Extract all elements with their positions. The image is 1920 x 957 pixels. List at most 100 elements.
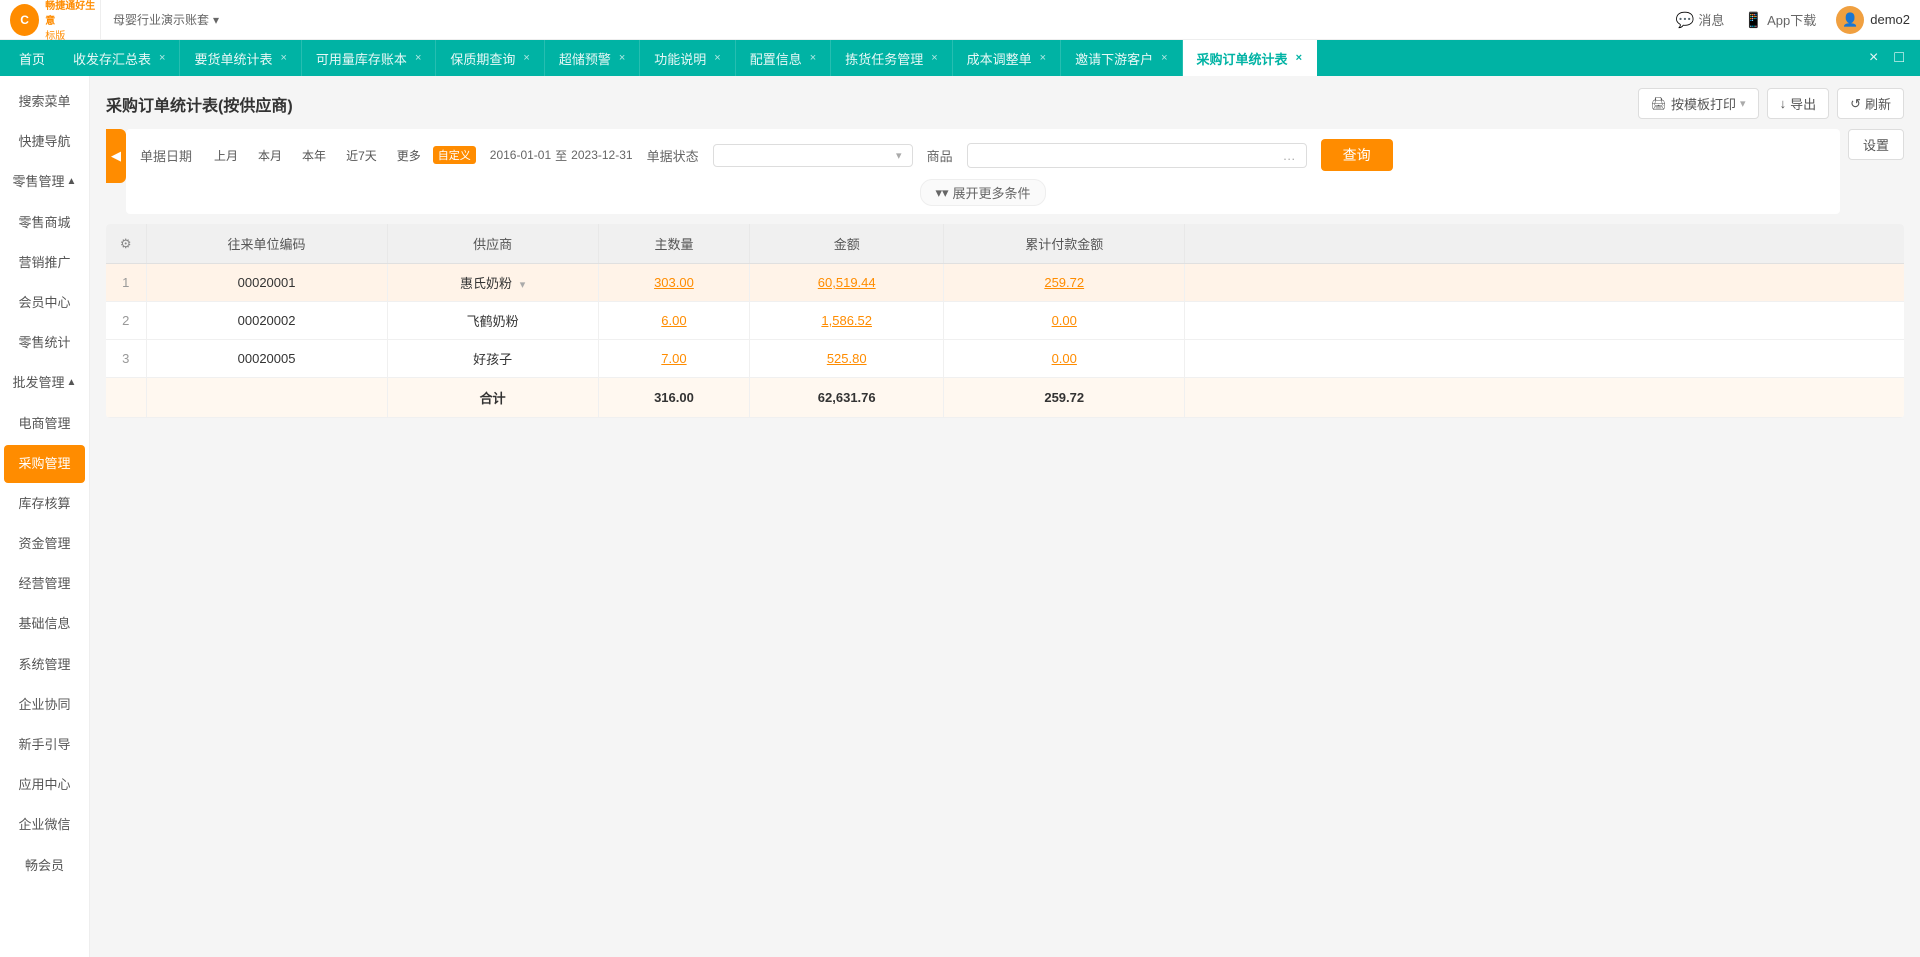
tab-close-4[interactable]: × xyxy=(619,52,625,64)
settings-button[interactable]: 设置 xyxy=(1848,129,1904,160)
table-footer-row: 合计 316.00 62,631.76 259.72 xyxy=(106,378,1904,418)
tab-0[interactable]: 收发存汇总表 × xyxy=(59,40,180,76)
sidebar-item-member2[interactable]: 畅会员 xyxy=(4,847,85,885)
shortcut-this-month[interactable]: 本月 xyxy=(250,145,290,166)
tab-7[interactable]: 拣货任务管理 × xyxy=(831,40,952,76)
tab-close-10[interactable]: × xyxy=(1296,52,1302,64)
tab-4[interactable]: 超储预警 × xyxy=(545,40,640,76)
data-table: ⚙ 往来单位编码 供应商 主数量 金额 累计付款金额 1 00020001 xyxy=(106,224,1904,418)
tab-10[interactable]: 采购订单统计表 × xyxy=(1183,40,1317,76)
status-select[interactable]: ▾ xyxy=(713,144,913,167)
paid-link-2[interactable]: 0.00 xyxy=(1052,313,1077,328)
tab-close-2[interactable]: × xyxy=(415,52,421,64)
sidebar-item-retail-mgmt[interactable]: 零售管理 ▲ xyxy=(4,163,85,201)
amount-link-3[interactable]: 525.80 xyxy=(827,351,867,366)
sidebar-item-purchase[interactable]: 采购管理 xyxy=(4,445,85,483)
page-content: 采购订单统计表(按供应商) 🖨 按模板打印 ▾ ↓ 导出 ↺ 刷新 xyxy=(90,76,1920,957)
logo-text: 畅捷通好生意 标版 xyxy=(45,0,100,42)
sidebar-item-ecommerce[interactable]: 电商管理 xyxy=(4,405,85,443)
tab-close-1[interactable]: × xyxy=(280,52,286,64)
col-qty: 主数量 xyxy=(598,224,750,264)
download-icon: 📱 xyxy=(1744,11,1763,29)
column-settings-icon[interactable]: ⚙ xyxy=(120,236,132,251)
user-info[interactable]: 👤 demo2 xyxy=(1836,6,1910,34)
right-action-col: 设置 xyxy=(1848,129,1904,214)
footer-amount: 62,631.76 xyxy=(750,378,944,418)
sidebar-item-member[interactable]: 会员中心 xyxy=(4,284,85,322)
user-name: demo2 xyxy=(1870,12,1910,27)
tab-6[interactable]: 配置信息 × xyxy=(736,40,831,76)
footer-extra xyxy=(1185,378,1904,418)
footer-empty-2 xyxy=(146,378,387,418)
paid-link-3[interactable]: 0.00 xyxy=(1052,351,1077,366)
app-download-button[interactable]: 📱 App下载 xyxy=(1744,10,1816,29)
row-num-2: 2 xyxy=(106,302,146,340)
sidebar-item-wholesale[interactable]: 批发管理 ▲ xyxy=(4,364,85,402)
sidebar-item-quicknav[interactable]: 快捷导航 xyxy=(4,123,85,161)
tab-close-3[interactable]: × xyxy=(523,52,529,64)
tab-close-9[interactable]: × xyxy=(1161,52,1167,64)
amount-link-1[interactable]: 60,519.44 xyxy=(818,275,876,290)
tab-1[interactable]: 要货单统计表 × xyxy=(180,40,301,76)
footer-paid: 259.72 xyxy=(944,378,1185,418)
row-paid-3: 0.00 xyxy=(944,340,1185,378)
sidebar-item-basic-info[interactable]: 基础信息 xyxy=(4,605,85,643)
close-all-button[interactable]: × xyxy=(1863,47,1884,69)
print-button[interactable]: 🖨 按模板打印 ▾ xyxy=(1638,88,1759,119)
tab-close-6[interactable]: × xyxy=(810,52,816,64)
sidebar-item-search[interactable]: 搜索菜单 xyxy=(4,83,85,121)
tab-5[interactable]: 功能说明 × xyxy=(640,40,735,76)
row-extra-2 xyxy=(1185,302,1904,340)
top-bar: C 畅捷通好生意 标版 母婴行业演示账套 ▾ 💬 消息 📱 App下载 👤 de… xyxy=(0,0,1920,40)
sidebar-item-retail-stats[interactable]: 零售统计 xyxy=(4,324,85,362)
goods-input[interactable]: … xyxy=(967,143,1307,168)
filter-toggle-col: ◀ xyxy=(106,129,126,214)
sidebar-item-operations[interactable]: 经营管理 xyxy=(4,565,85,603)
query-button[interactable]: 查询 xyxy=(1321,139,1393,171)
amount-link-2[interactable]: 1,586.52 xyxy=(821,313,872,328)
sidebar-item-inventory[interactable]: 库存核算 xyxy=(4,485,85,523)
qty-link-3[interactable]: 7.00 xyxy=(661,351,686,366)
workspace-selector[interactable]: 母婴行业演示账套 ▾ xyxy=(100,0,231,39)
tab-9[interactable]: 邀请下游客户 × xyxy=(1061,40,1182,76)
shortcut-7days[interactable]: 近7天 xyxy=(338,145,385,166)
paid-link-1[interactable]: 259.72 xyxy=(1044,275,1084,290)
shortcut-this-year[interactable]: 本年 xyxy=(294,145,334,166)
maximize-button[interactable]: □ xyxy=(1888,47,1910,69)
sidebar-item-new-guide[interactable]: 新手引导 xyxy=(4,726,85,764)
expand-more-row: ▾▾ 展开更多条件 xyxy=(140,179,1826,206)
sidebar-item-retail-shop[interactable]: 零售商城 xyxy=(4,204,85,242)
tab-close-7[interactable]: × xyxy=(931,52,937,64)
row-num-3: 3 xyxy=(106,340,146,378)
tab-8[interactable]: 成本调整单 × xyxy=(953,40,1061,76)
tab-home[interactable]: 首页 xyxy=(5,49,59,68)
sidebar-item-app-center[interactable]: 应用中心 xyxy=(4,766,85,804)
expand-icon: ▾▾ xyxy=(935,185,948,201)
goods-label: 商品 xyxy=(927,146,953,165)
sidebar-item-wechat[interactable]: 企业微信 xyxy=(4,806,85,844)
tab-close-8[interactable]: × xyxy=(1040,52,1046,64)
sidebar-item-enterprise-collab[interactable]: 企业协同 xyxy=(4,686,85,724)
shortcut-last-month[interactable]: 上月 xyxy=(206,145,246,166)
page-title: 采购订单统计表(按供应商) xyxy=(106,92,293,116)
sidebar-item-marketing[interactable]: 营销推广 xyxy=(4,244,85,282)
shortcut-more[interactable]: 更多 xyxy=(389,145,429,166)
message-button[interactable]: 💬 消息 xyxy=(1676,10,1725,29)
tab-3[interactable]: 保质期查询 × xyxy=(436,40,544,76)
expand-more-button[interactable]: ▾▾ 展开更多条件 xyxy=(920,179,1045,206)
supplier-dropdown-1[interactable]: ▾ xyxy=(520,279,526,291)
tab-close-0[interactable]: × xyxy=(159,52,165,64)
row-supplier-1: 惠氏奶粉 ▾ xyxy=(387,264,598,302)
tab-close-5[interactable]: × xyxy=(714,52,720,64)
avatar: 👤 xyxy=(1836,6,1864,34)
refresh-button[interactable]: ↺ 刷新 xyxy=(1837,88,1904,119)
sidebar-item-finance[interactable]: 资金管理 xyxy=(4,525,85,563)
footer-empty-1 xyxy=(106,378,146,418)
export-button[interactable]: ↓ 导出 xyxy=(1767,88,1830,119)
filter-collapse-button[interactable]: ◀ xyxy=(106,129,126,183)
tab-2[interactable]: 可用量库存账本 × xyxy=(302,40,436,76)
sidebar-item-system[interactable]: 系统管理 xyxy=(4,646,85,684)
qty-link-1[interactable]: 303.00 xyxy=(654,275,694,290)
qty-link-2[interactable]: 6.00 xyxy=(661,313,686,328)
row-code-1: 00020001 xyxy=(146,264,387,302)
